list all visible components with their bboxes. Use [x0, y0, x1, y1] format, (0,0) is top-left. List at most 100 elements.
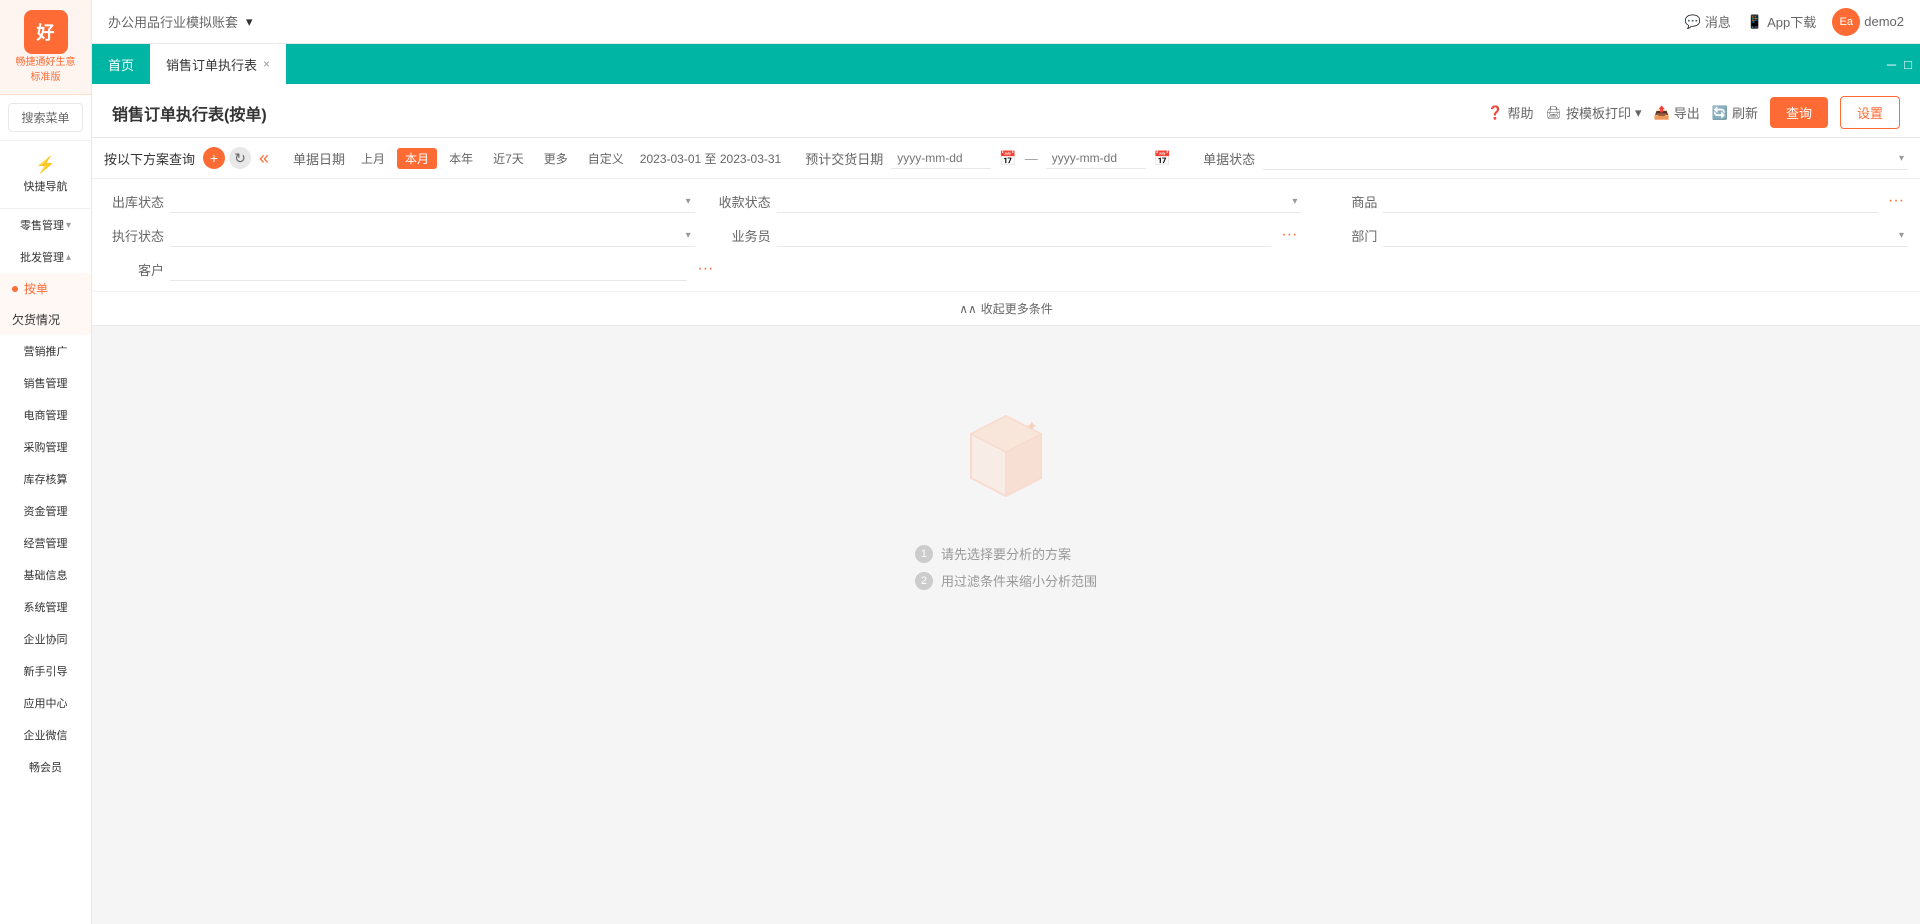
date-tab-more[interactable]: 更多 — [536, 148, 576, 169]
empty-hints: 1 请先选择要分析的方案 2 用过滤条件来缩小分析范围 — [915, 544, 1097, 590]
exec-status-select[interactable] — [170, 223, 695, 247]
refresh-icon: 🔄 — [1712, 105, 1728, 121]
tab-bar: 首页 销售订单执行表 × ─ □ — [92, 44, 1920, 84]
hint-text-1: 请先选择要分析的方案 — [941, 544, 1071, 563]
salesperson-dots-button[interactable]: ··· — [1277, 226, 1301, 244]
sidebar-item-basicinfo[interactable]: 基础信息 — [0, 559, 91, 591]
filter-add-button[interactable]: + — [203, 147, 225, 169]
sidebar-item-operations[interactable]: 经营管理 — [0, 527, 91, 559]
sidebar-item-quick-nav[interactable]: ⚡ 快捷导航 — [0, 147, 91, 202]
salesperson-input[interactable] — [777, 223, 1272, 247]
doc-status-label: 单据状态 — [1195, 149, 1255, 168]
delivery-status-label: 出库状态 — [104, 192, 164, 211]
expected-date-start-input[interactable] — [891, 148, 991, 169]
sidebar-item-marketing[interactable]: 营销推广 — [0, 335, 91, 367]
window-maximize-icon[interactable]: □ — [1904, 57, 1912, 72]
exec-status-label: 执行状态 — [104, 226, 164, 245]
corp-collab-label: 企业协同 — [24, 631, 68, 647]
goods-group: 商品 ··· — [1317, 189, 1908, 213]
filter-collapse-button[interactable]: « — [259, 148, 269, 169]
sidebar-submenu-item-欠货[interactable]: 欠货情况 — [0, 304, 91, 335]
collapse-more-button[interactable]: ∧∧ 收起更多条件 — [959, 300, 1053, 317]
app-logo: 好 畅捷通好生意 标准版 — [0, 0, 91, 95]
page-actions: ❓ 帮助 🖨 按模板打印 ▾ 📤 导出 🔄 刷新 查询 设置 — [1487, 96, 1900, 129]
date-tab-7days[interactable]: 近7天 — [485, 148, 532, 169]
sidebar-item-purchase[interactable]: 采购管理 — [0, 431, 91, 463]
sidebar-item-inventory[interactable]: 库存核算 — [0, 463, 91, 495]
submenu-item1-label: 按单 — [24, 280, 48, 297]
sidebar-item-finance[interactable]: 资金管理 — [0, 495, 91, 527]
date-tab-this-year[interactable]: 本年 — [441, 148, 481, 169]
expected-date-group: 预计交货日期 📅 — 📅 — [805, 148, 1171, 169]
inventory-label: 库存核算 — [24, 471, 68, 487]
sidebar-item-system[interactable]: 系统管理 — [0, 591, 91, 623]
filter-add-buttons: + ↻ « — [203, 147, 269, 169]
query-button[interactable]: 查询 — [1770, 97, 1828, 128]
refresh-label: 刷新 — [1732, 103, 1758, 122]
doc-status-select-wrap: ▾ — [1263, 146, 1908, 170]
app-download-label: App下载 — [1767, 12, 1816, 31]
date-filter-group: 单据日期 上月 本月 本年 近7天 更多 自定义 2023-03-01 至 20… — [285, 148, 781, 169]
empty-state-icon: ✦ — [956, 406, 1056, 528]
filter-refresh-button[interactable]: ↻ — [229, 147, 251, 169]
date-icon-start[interactable]: 📅 — [999, 150, 1016, 167]
goods-dots-button[interactable]: ··· — [1884, 192, 1908, 210]
app-download-button[interactable]: 📱 App下载 — [1747, 12, 1816, 31]
delivery-status-select[interactable] — [170, 189, 695, 213]
filter-row-1: 出库状态 ▾ 收款状态 — [104, 189, 1908, 213]
print-button[interactable]: 🖨 按模板打印 ▾ — [1546, 103, 1642, 122]
sidebar-item-corp-collab[interactable]: 企业协同 — [0, 623, 91, 655]
page-header: 销售订单执行表(按单) ❓ 帮助 🖨 按模板打印 ▾ 📤 导出 🔄 刷新 — [92, 84, 1920, 138]
main-area: 办公用品行业模拟账套 ▾ 💬 消息 📱 App下载 Ea demo2 — [92, 0, 1920, 924]
customer-input[interactable] — [170, 257, 687, 281]
collapse-row: ∧∧ 收起更多条件 — [92, 291, 1920, 325]
search-menu-button[interactable]: 搜索菜单 — [8, 103, 83, 132]
breadcrumb-dropdown[interactable]: ▾ — [246, 14, 253, 30]
tab-active[interactable]: 销售订单执行表 × — [150, 44, 286, 84]
empty-state: ✦ 1 请先选择要分析的方案 2 用过滤条件来缩小分析范围 — [92, 326, 1920, 670]
date-tab-this-month[interactable]: 本月 — [397, 148, 437, 169]
sidebar-item-member[interactable]: 畅会员 — [0, 751, 91, 783]
logo-subtitle: 标准版 — [31, 71, 61, 84]
expected-date-end-input[interactable] — [1046, 148, 1146, 169]
doc-status-select[interactable] — [1263, 146, 1908, 170]
quick-nav-label: 快捷导航 — [24, 178, 68, 194]
date-tab-last-month[interactable]: 上月 — [353, 148, 393, 169]
tab-active-label: 销售订单执行表 — [166, 55, 257, 74]
date-tab-custom[interactable]: 自定义 — [580, 148, 632, 169]
hint-text-2: 用过滤条件来缩小分析范围 — [941, 571, 1097, 590]
sidebar-submenu-item-按单[interactable]: 按单 — [0, 273, 91, 304]
salesperson-label: 业务员 — [711, 226, 771, 245]
submenu-item2-label: 欠货情况 — [12, 311, 60, 328]
marketing-label: 营销推广 — [24, 343, 68, 359]
tab-home[interactable]: 首页 — [92, 44, 150, 84]
tab-close-icon[interactable]: × — [263, 57, 270, 71]
settings-button[interactable]: 设置 — [1840, 96, 1900, 129]
empty-hint-1: 1 请先选择要分析的方案 — [915, 544, 1097, 563]
receipt-status-label: 收款状态 — [711, 192, 771, 211]
sidebar-item-appcenter[interactable]: 应用中心 — [0, 687, 91, 719]
sidebar-item-wechat[interactable]: 企业微信 — [0, 719, 91, 751]
help-button[interactable]: ❓ 帮助 — [1487, 103, 1533, 122]
receipt-status-select[interactable] — [777, 189, 1302, 213]
salesperson-group: 业务员 ··· — [711, 223, 1302, 247]
sidebar-item-sales[interactable]: 销售管理 — [0, 367, 91, 399]
goods-input[interactable] — [1383, 189, 1878, 213]
user-profile-button[interactable]: Ea demo2 — [1832, 8, 1904, 36]
member-label: 畅会员 — [29, 759, 62, 775]
window-minimize-icon[interactable]: ─ — [1887, 57, 1896, 72]
sidebar-item-ecommerce[interactable]: 电商管理 — [0, 399, 91, 431]
breadcrumb-arrow-icon: ▾ — [246, 14, 253, 30]
sidebar-item-retail[interactable]: 零售管理 ▾ — [0, 209, 91, 241]
dept-group: 部门 ▾ — [1317, 223, 1908, 247]
export-button[interactable]: 📤 导出 — [1654, 103, 1700, 122]
customer-dots-button[interactable]: ··· — [693, 260, 717, 278]
hint-num-1: 1 — [915, 545, 933, 563]
date-icon-end[interactable]: 📅 — [1154, 150, 1171, 167]
refresh-button[interactable]: 🔄 刷新 — [1712, 103, 1758, 122]
customer-group: 客户 ··· — [104, 257, 717, 281]
sidebar-item-wholesale[interactable]: 批发管理 ▴ — [0, 241, 91, 273]
sidebar-item-newbie[interactable]: 新手引导 — [0, 655, 91, 687]
dept-select[interactable] — [1383, 223, 1908, 247]
message-button[interactable]: 💬 消息 — [1685, 12, 1731, 31]
